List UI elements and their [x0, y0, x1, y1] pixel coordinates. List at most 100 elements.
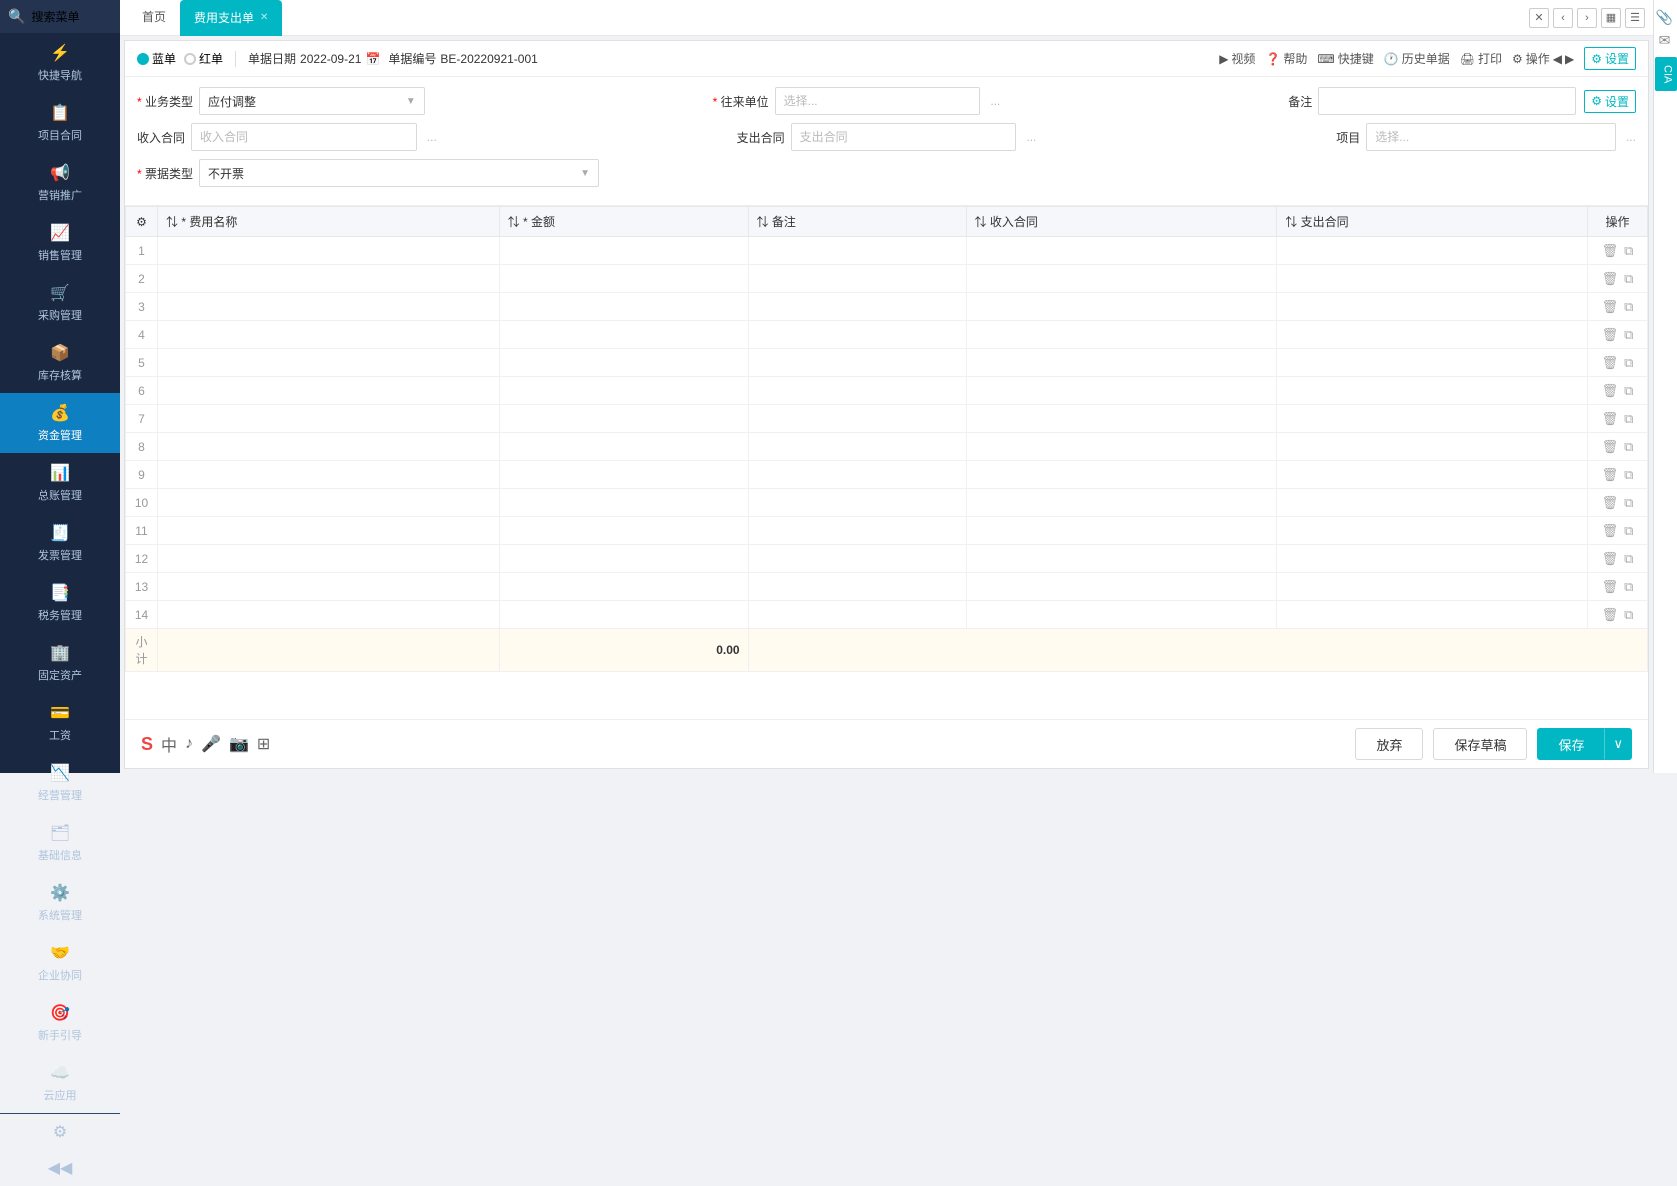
expense-contract-cell[interactable]: [1277, 573, 1588, 601]
amount-cell[interactable]: [499, 377, 748, 405]
sidebar-item-quick-nav[interactable]: ⚡快捷导航: [0, 33, 120, 93]
expense-name-cell[interactable]: [158, 349, 500, 377]
amount-cell[interactable]: [499, 573, 748, 601]
sidebar-item-cloud-app[interactable]: ☁️云应用: [0, 1053, 120, 1113]
expense-name-cell[interactable]: [158, 601, 500, 629]
copy-row-icon[interactable]: ⧉: [1624, 607, 1633, 623]
settings-btn[interactable]: ⚙ 设置: [1584, 47, 1636, 70]
sidebar-item-accounting[interactable]: 📊总账管理: [0, 453, 120, 513]
note-cell[interactable]: [748, 321, 966, 349]
video-btn[interactable]: ▶ 视频: [1219, 50, 1255, 67]
income-contract-cell[interactable]: [966, 377, 1277, 405]
delete-row-icon[interactable]: 🗑: [1602, 579, 1619, 595]
amount-cell[interactable]: [499, 489, 748, 517]
expense-contract-cell[interactable]: [1277, 321, 1588, 349]
date-value[interactable]: 2022-09-21: [300, 52, 361, 66]
income-contract-cell[interactable]: [966, 601, 1277, 629]
delete-row-icon[interactable]: 🗑: [1602, 383, 1619, 399]
sidebar-item-basic-info[interactable]: 🗂基础信息: [0, 813, 120, 873]
copy-row-icon[interactable]: ⧉: [1624, 355, 1633, 371]
note-cell[interactable]: [748, 461, 966, 489]
sidebar-item-payroll[interactable]: 💳工资: [0, 693, 120, 753]
blue-bill-radio[interactable]: 蓝单: [137, 50, 176, 67]
biz-type-select[interactable]: 应付调整 ▼: [199, 87, 425, 115]
note-cell[interactable]: [748, 433, 966, 461]
project-more-icon[interactable]: ...: [1626, 130, 1636, 144]
note-input[interactable]: [1318, 87, 1576, 115]
print-btn[interactable]: 🖨 打印: [1460, 50, 1502, 67]
sidebar-item-tax[interactable]: 📑税务管理: [0, 573, 120, 633]
footer-mic-icon[interactable]: 🎤: [201, 734, 221, 754]
amount-cell[interactable]: [499, 433, 748, 461]
copy-row-icon[interactable]: ⧉: [1624, 383, 1633, 399]
expense-contract-cell[interactable]: [1277, 489, 1588, 517]
tab-expense[interactable]: 费用支出单 ✕: [180, 0, 282, 36]
expense-contract-cell[interactable]: [1277, 461, 1588, 489]
sidebar-item-purchase[interactable]: 🛒采购管理: [0, 273, 120, 333]
sidebar-item-marketing[interactable]: 📢营销推广: [0, 153, 120, 213]
footer-music-icon[interactable]: ♪: [185, 735, 193, 753]
expense-contract-cell[interactable]: [1277, 237, 1588, 265]
copy-row-icon[interactable]: ⧉: [1624, 327, 1633, 343]
note-cell[interactable]: [748, 377, 966, 405]
note-cell[interactable]: [748, 349, 966, 377]
expense-name-cell[interactable]: [158, 489, 500, 517]
expense-name-cell[interactable]: [158, 237, 500, 265]
expense-name-cell[interactable]: [158, 321, 500, 349]
save-dropdown-button[interactable]: ∨: [1604, 728, 1632, 760]
note-cell[interactable]: [748, 517, 966, 545]
copy-row-icon[interactable]: ⧉: [1624, 439, 1633, 455]
calendar-icon[interactable]: 📅: [365, 52, 380, 66]
invoice-type-select[interactable]: 不开票 ▼: [199, 159, 599, 187]
amount-cell[interactable]: [499, 405, 748, 433]
income-contract-cell[interactable]: [966, 237, 1277, 265]
col-income-sort-icon[interactable]: ⇅: [975, 215, 987, 229]
expense-name-cell[interactable]: [158, 405, 500, 433]
expense-name-cell[interactable]: [158, 265, 500, 293]
delete-row-icon[interactable]: 🗑: [1602, 467, 1619, 483]
sidebar-item-operations[interactable]: 📉经营管理: [0, 753, 120, 813]
amount-cell[interactable]: [499, 545, 748, 573]
expense-name-cell[interactable]: [158, 545, 500, 573]
sidebar-item-inventory[interactable]: 📦库存核算: [0, 333, 120, 393]
amount-cell[interactable]: [499, 601, 748, 629]
number-value[interactable]: BE-20220921-001: [440, 52, 537, 66]
income-contract-cell[interactable]: [966, 433, 1277, 461]
amount-cell[interactable]: [499, 349, 748, 377]
income-contract-more-icon[interactable]: ...: [427, 130, 437, 144]
expense-contract-cell[interactable]: [1277, 433, 1588, 461]
income-contract-cell[interactable]: [966, 349, 1277, 377]
copy-row-icon[interactable]: ⧉: [1624, 467, 1633, 483]
amount-cell[interactable]: [499, 237, 748, 265]
delete-row-icon[interactable]: 🗑: [1602, 355, 1619, 371]
copy-row-icon[interactable]: ⧉: [1624, 411, 1633, 427]
delete-row-icon[interactable]: 🗑: [1602, 495, 1619, 511]
shortcut-btn[interactable]: ⌨ 快捷键: [1317, 50, 1373, 67]
counterpart-more-icon[interactable]: ...: [990, 94, 1000, 108]
help-btn[interactable]: ❓ 帮助: [1265, 50, 1307, 67]
expense-contract-cell[interactable]: [1277, 377, 1588, 405]
expense-contract-cell[interactable]: [1277, 517, 1588, 545]
amount-cell[interactable]: [499, 293, 748, 321]
red-bill-radio[interactable]: 红单: [184, 50, 223, 67]
sidebar-item-new-guide[interactable]: 🎯新手引导: [0, 993, 120, 1053]
income-contract-cell[interactable]: [966, 573, 1277, 601]
delete-row-icon[interactable]: 🗑: [1602, 299, 1619, 315]
tab-expense-close[interactable]: ✕: [260, 12, 268, 23]
note-cell[interactable]: [748, 573, 966, 601]
form-settings-btn[interactable]: ⚙ 设置: [1584, 90, 1636, 113]
delete-row-icon[interactable]: 🗑: [1602, 411, 1619, 427]
project-input[interactable]: [1366, 123, 1616, 151]
expense-contract-cell[interactable]: [1277, 545, 1588, 573]
delete-row-icon[interactable]: 🗑: [1602, 439, 1619, 455]
expense-name-cell[interactable]: [158, 573, 500, 601]
cia-tab[interactable]: CIA: [1655, 57, 1677, 91]
sidebar-item-invoice[interactable]: 🧾发票管理: [0, 513, 120, 573]
expense-name-cell[interactable]: [158, 461, 500, 489]
tab-home[interactable]: 首页: [128, 0, 180, 36]
income-contract-cell[interactable]: [966, 461, 1277, 489]
amount-cell[interactable]: [499, 265, 748, 293]
footer-camera-icon[interactable]: 📷: [229, 734, 249, 754]
expense-name-cell[interactable]: [158, 377, 500, 405]
note-cell[interactable]: [748, 601, 966, 629]
